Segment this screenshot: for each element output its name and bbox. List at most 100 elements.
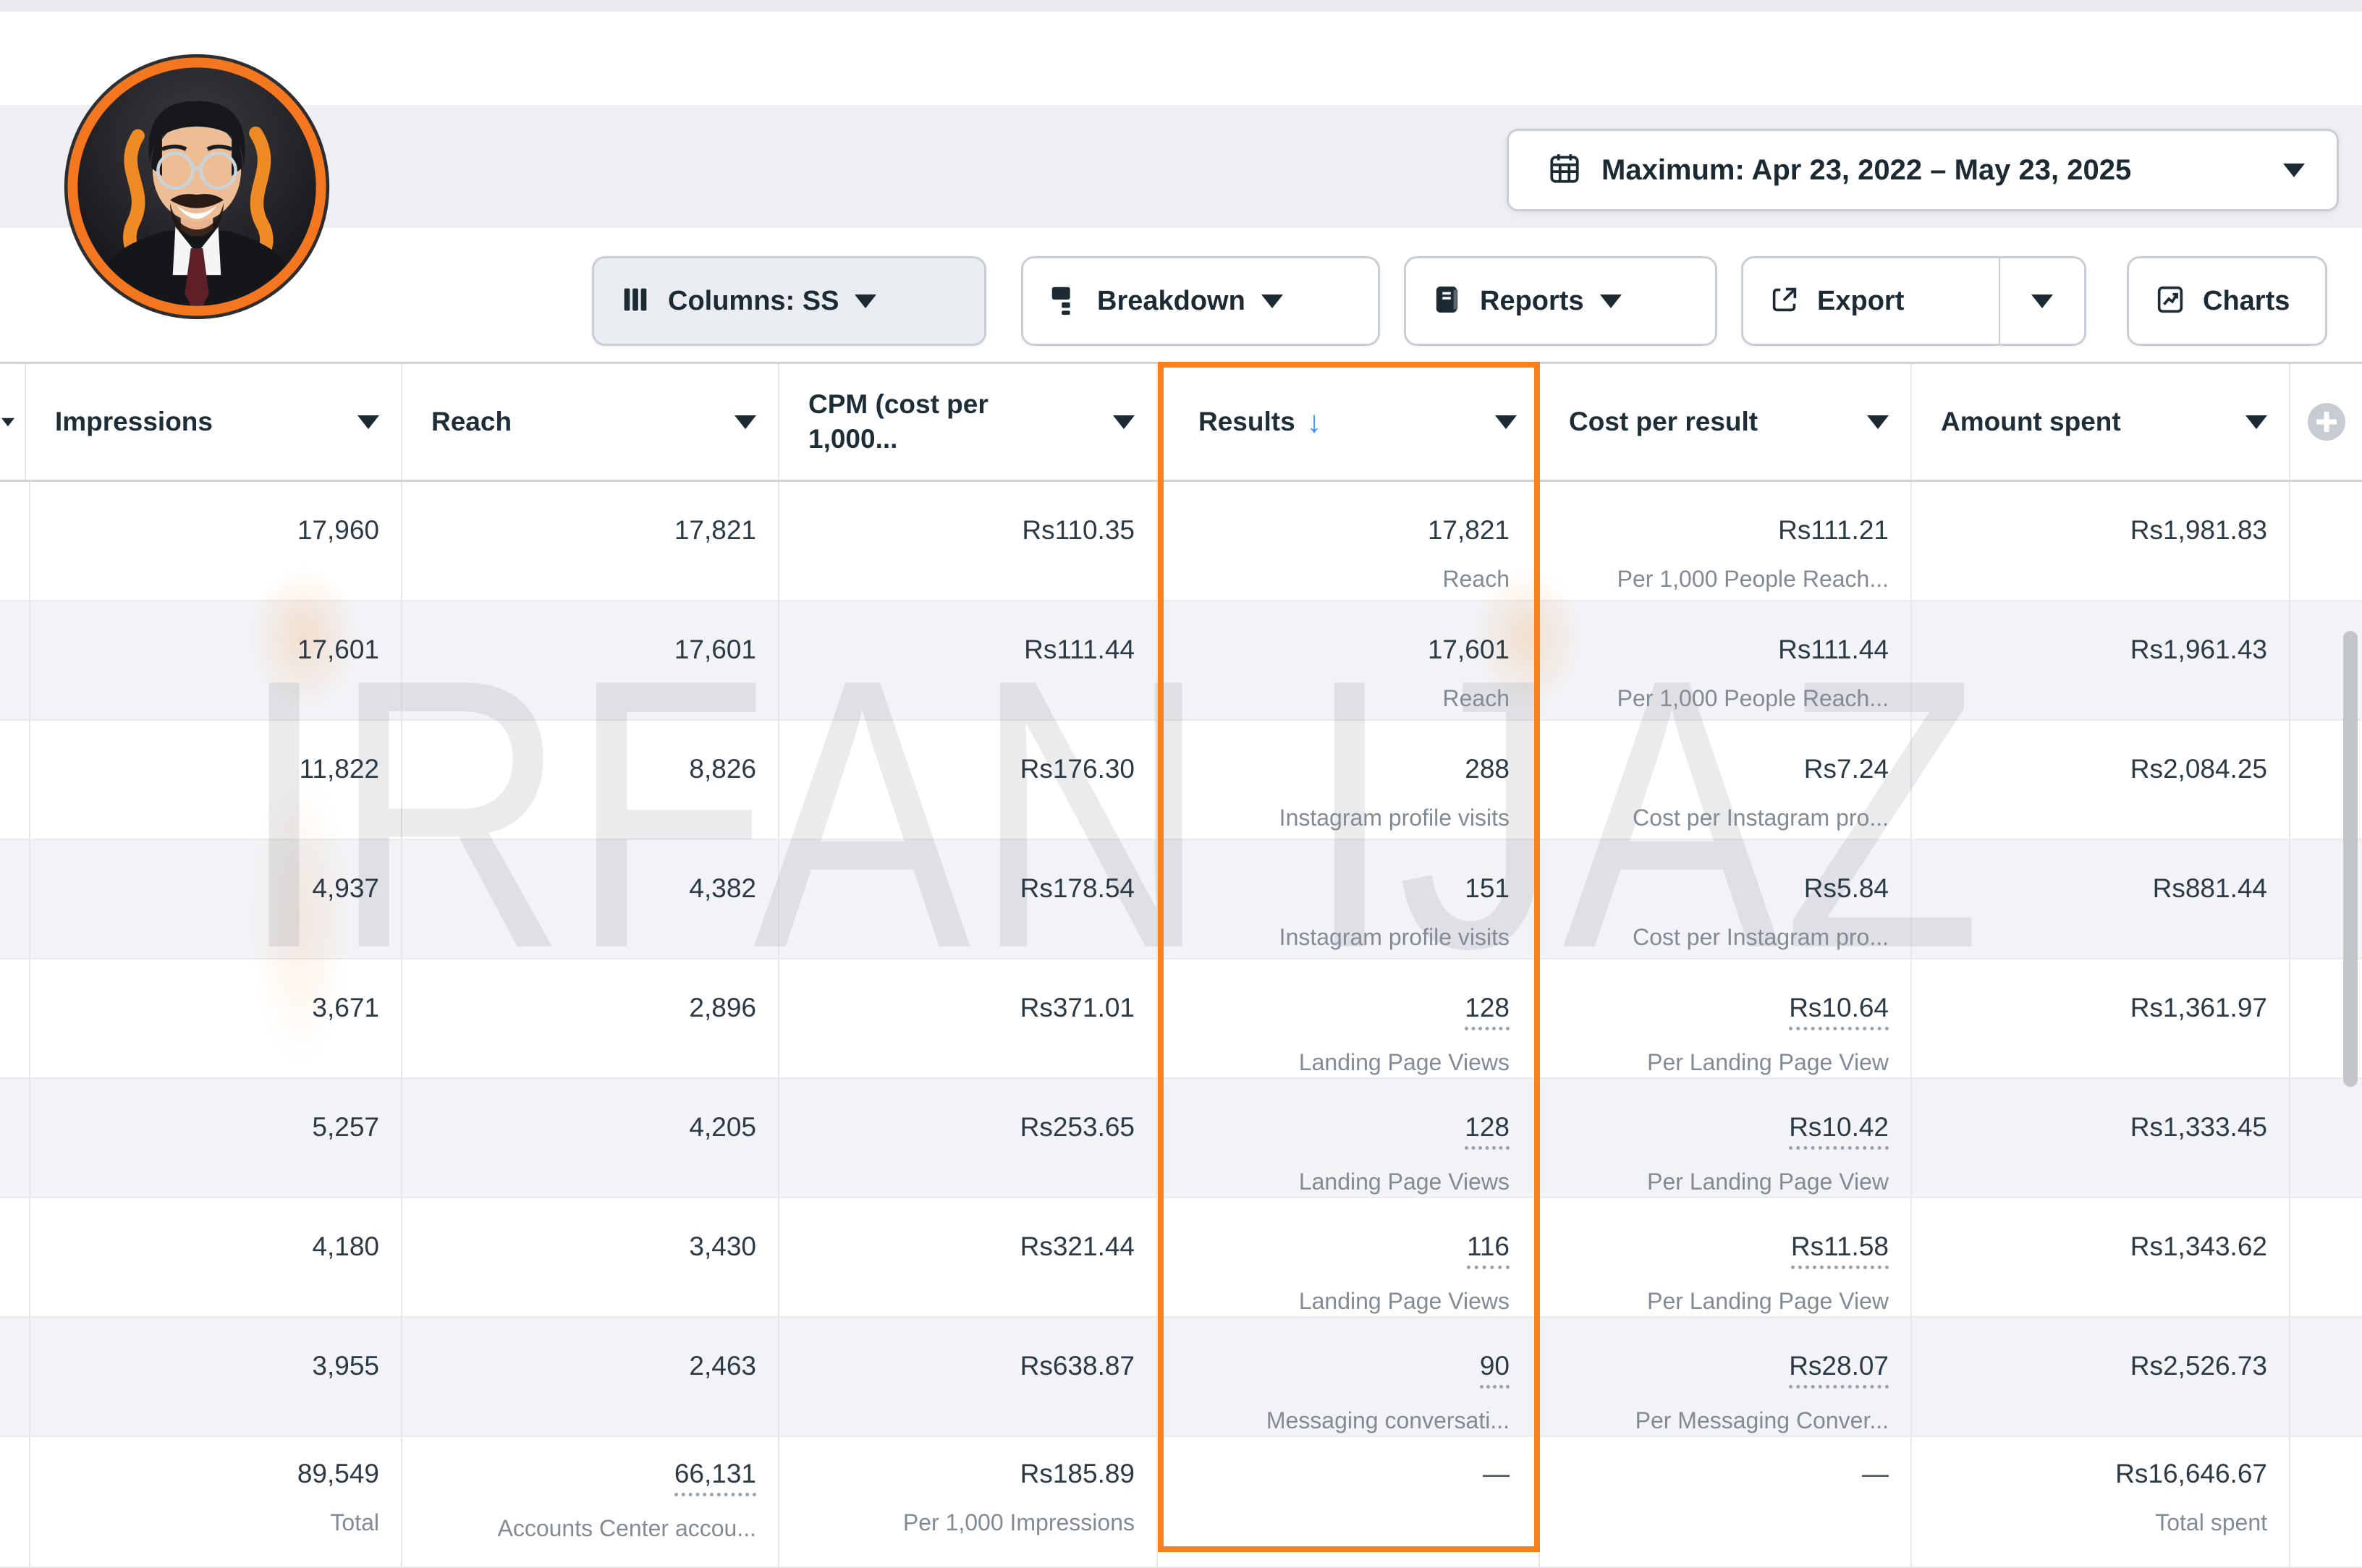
cost-per-result-cell: Rs28.07 Per Messaging Conver... <box>1540 1318 1912 1436</box>
total-cost-per-result-value: — <box>1862 1459 1889 1488</box>
impressions-value: 17,960 <box>297 515 379 545</box>
header-cpm[interactable]: CPM (cost per 1,000... <box>779 364 1158 480</box>
cpm-cell: Rs111.44 <box>779 601 1158 719</box>
cpm-value: Rs321.44 <box>1020 1232 1135 1261</box>
impressions-value: 3,671 <box>312 993 379 1022</box>
amount-spent-value: Rs1,333.45 <box>2130 1112 2267 1142</box>
breakdown-button[interactable]: Breakdown <box>1021 256 1380 346</box>
reach-cell: 3,430 <box>402 1198 779 1316</box>
row-cell-extra <box>2290 1318 2362 1436</box>
header-cost-per-result[interactable]: Cost per result <box>1540 364 1912 480</box>
header-add-column[interactable] <box>2290 364 2362 480</box>
total-impressions-cell: 89,549 Total <box>26 1437 402 1567</box>
table-row[interactable]: 11,822 8,826 Rs176.30 288 Instagram prof… <box>0 721 2362 840</box>
amount-spent-cell: Rs1,333.45 <box>1912 1079 2290 1197</box>
header-amount-spent[interactable]: Amount spent <box>1912 364 2290 480</box>
chevron-down-icon <box>1113 415 1135 429</box>
cpm-cell: Rs178.54 <box>779 840 1158 958</box>
table-row[interactable]: 17,960 17,821 Rs110.35 17,821 Reach Rs11… <box>0 482 2362 601</box>
charts-button[interactable]: Charts <box>2127 256 2327 346</box>
table-row[interactable]: 5,257 4,205 Rs253.65 128 Landing Page Vi… <box>0 1079 2362 1198</box>
reports-button[interactable]: Reports <box>1404 256 1717 346</box>
table-row[interactable]: 17,601 17,601 Rs111.44 17,601 Reach Rs11… <box>0 601 2362 721</box>
table-row[interactable]: 4,937 4,382 Rs178.54 151 Instagram profi… <box>0 840 2362 959</box>
amount-spent-value: Rs1,981.83 <box>2130 515 2267 545</box>
total-cost-per-result-cell: — <box>1540 1437 1912 1567</box>
date-range-picker[interactable]: Maximum: Apr 23, 2022 – May 23, 2025 <box>1507 129 2339 211</box>
columns-icon <box>619 283 652 320</box>
results-type-label: Landing Page Views <box>1298 1169 1510 1195</box>
table-row[interactable]: 3,955 2,463 Rs638.87 90 Messaging conver… <box>0 1318 2362 1437</box>
results-cell: 128 Landing Page Views <box>1158 959 1540 1077</box>
results-cell: 17,821 Reach <box>1158 482 1540 600</box>
cost-per-result-value: Rs5.84 <box>1803 873 1889 903</box>
impressions-value: 17,601 <box>297 635 379 664</box>
calendar-icon <box>1546 151 1583 190</box>
results-value: 288 <box>1465 754 1510 784</box>
reach-value: 2,463 <box>689 1351 756 1381</box>
results-cell: 90 Messaging conversati... <box>1158 1318 1540 1436</box>
table-row[interactable]: 3,671 2,896 Rs371.01 128 Landing Page Vi… <box>0 959 2362 1079</box>
header-label: 1,000... <box>808 424 898 454</box>
amount-spent-cell: Rs1,981.83 <box>1912 482 2290 600</box>
breakdown-icon <box>1048 283 1081 320</box>
impressions-value: 3,955 <box>312 1351 379 1381</box>
cost-per-result-value[interactable]: Rs28.07 <box>1789 1349 1889 1389</box>
export-button-label: Export <box>1817 285 1905 316</box>
cost-per-result-cell: Rs11.58 Per Landing Page View <box>1540 1198 1912 1316</box>
cpm-cell: Rs176.30 <box>779 721 1158 839</box>
export-button[interactable]: Export <box>1743 258 1999 344</box>
results-type-label: Landing Page Views <box>1298 1049 1510 1075</box>
cost-per-result-type-label: Per 1,000 People Reach... <box>1617 685 1889 711</box>
impressions-cell: 17,601 <box>26 601 402 719</box>
amount-spent-cell: Rs2,084.25 <box>1912 721 2290 839</box>
sort-descending-icon: ↓ <box>1306 404 1322 438</box>
charts-icon <box>2154 283 2187 320</box>
header-label: Amount spent <box>1941 407 2121 436</box>
export-options-button[interactable] <box>1999 258 2084 344</box>
results-type-label: Reach <box>1442 566 1510 592</box>
reports-icon <box>1431 283 1464 320</box>
charts-button-label: Charts <box>2203 285 2290 316</box>
total-amount-spent-value: Rs16,646.67 <box>2115 1459 2267 1488</box>
amount-spent-value: Rs1,343.62 <box>2130 1232 2267 1261</box>
header-clipped-column[interactable] <box>0 364 26 480</box>
results-value[interactable]: 128 <box>1465 991 1510 1030</box>
impressions-value: 5,257 <box>312 1112 379 1142</box>
breakdown-button-label: Breakdown <box>1097 285 1245 316</box>
top-strip <box>0 0 2362 12</box>
reach-value: 17,821 <box>674 515 756 545</box>
total-cpm-value: Rs185.89 <box>1020 1459 1135 1488</box>
header-impressions[interactable]: Impressions <box>26 364 402 480</box>
cost-per-result-type-label: Per Landing Page View <box>1647 1288 1889 1314</box>
header-results[interactable]: Results ↓ <box>1158 364 1540 480</box>
cost-per-result-value[interactable]: Rs10.64 <box>1789 991 1889 1030</box>
columns-button[interactable]: Columns: SS <box>592 256 986 346</box>
export-button-group: Export <box>1741 256 2086 346</box>
amount-spent-cell: Rs2,526.73 <box>1912 1318 2290 1436</box>
cost-per-result-value: Rs7.24 <box>1803 754 1889 784</box>
cost-per-result-value[interactable]: Rs11.58 <box>1790 1230 1889 1269</box>
total-cell-extra <box>2290 1437 2362 1567</box>
amount-spent-value: Rs1,961.43 <box>2130 635 2267 664</box>
table-row[interactable]: 4,180 3,430 Rs321.44 116 Landing Page Vi… <box>0 1198 2362 1318</box>
impressions-cell: 17,960 <box>26 482 402 600</box>
cost-per-result-value[interactable]: Rs10.42 <box>1789 1111 1889 1150</box>
cost-per-result-type-label: Per Landing Page View <box>1647 1169 1889 1195</box>
cost-per-result-cell: Rs7.24 Cost per Instagram pro... <box>1540 721 1912 839</box>
total-reach-value[interactable]: 66,131 <box>674 1457 756 1496</box>
cpm-cell: Rs371.01 <box>779 959 1158 1077</box>
results-value[interactable]: 128 <box>1465 1111 1510 1150</box>
vertical-scrollbar-thumb[interactable] <box>2343 631 2358 1087</box>
results-type-label: Landing Page Views <box>1298 1288 1510 1314</box>
amount-spent-cell: Rs881.44 <box>1912 840 2290 958</box>
cost-per-result-cell: Rs111.44 Per 1,000 People Reach... <box>1540 601 1912 719</box>
results-value[interactable]: 116 <box>1467 1230 1510 1269</box>
header-reach[interactable]: Reach <box>402 364 779 480</box>
total-impressions-value: 89,549 <box>297 1459 379 1488</box>
reach-value: 4,382 <box>689 873 756 903</box>
columns-button-label: Columns: SS <box>668 285 839 316</box>
cpm-value: Rs176.30 <box>1020 754 1135 784</box>
chevron-down-icon <box>357 415 379 429</box>
results-value[interactable]: 90 <box>1479 1349 1510 1389</box>
